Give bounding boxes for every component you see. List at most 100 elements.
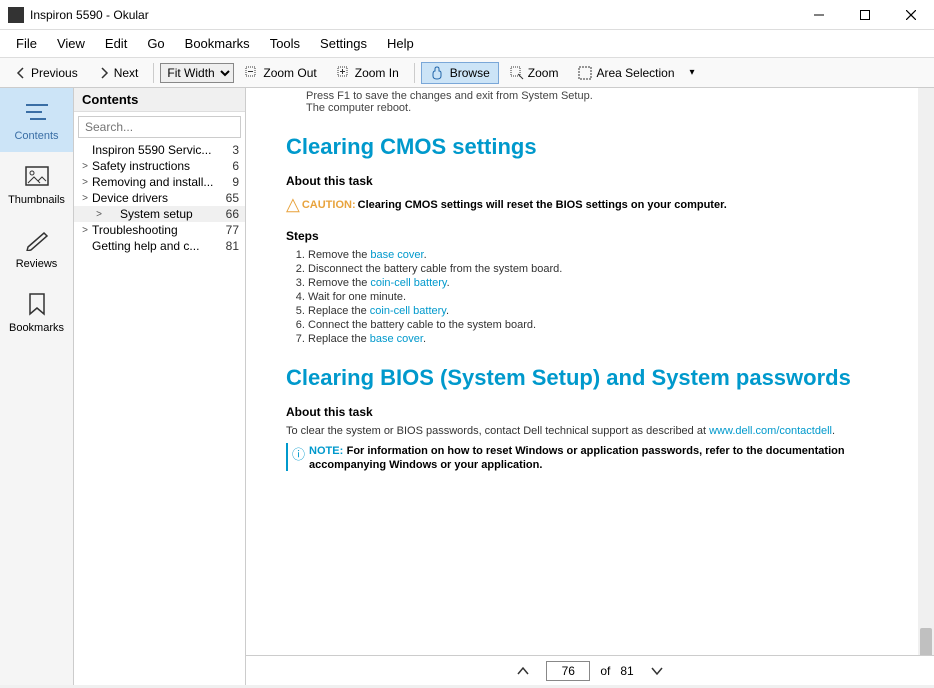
minimize-button[interactable]	[796, 0, 842, 30]
toc-expand-icon[interactable]: >	[78, 177, 92, 188]
toc-item[interactable]: Getting help and c...81	[74, 238, 245, 254]
previous-button[interactable]: Previous	[6, 62, 87, 84]
toc-page: 77	[217, 223, 241, 237]
menu-bookmarks[interactable]: Bookmarks	[177, 32, 258, 55]
toc-page: 9	[217, 175, 241, 189]
menu-settings[interactable]: Settings	[312, 32, 375, 55]
toc-item[interactable]: >Troubleshooting77	[74, 222, 245, 238]
document-area: Press F1 to save the changes and exit fr…	[246, 88, 934, 685]
sidebar-tab-bookmarks[interactable]: Bookmarks	[0, 280, 73, 344]
contact-paragraph: To clear the system or BIOS passwords, c…	[286, 425, 894, 437]
heading-clearing-bios: Clearing BIOS (System Setup) and System …	[286, 365, 894, 391]
toc-label: System setup	[106, 207, 217, 221]
next-button[interactable]: Next	[89, 62, 148, 84]
menu-view[interactable]: View	[49, 32, 93, 55]
sidebar-tab-reviews[interactable]: Reviews	[0, 216, 73, 280]
sidebar-tab-contents-label: Contents	[14, 130, 58, 142]
next-label: Next	[114, 66, 139, 80]
toc-label: Inspiron 5590 Servic...	[92, 143, 217, 157]
steps-list: Remove the base cover. Disconnect the bat…	[286, 249, 894, 345]
pdf-page: Press F1 to save the changes and exit fr…	[246, 88, 934, 491]
toc-label: Safety instructions	[92, 159, 217, 173]
toc-expand-icon[interactable]: >	[78, 193, 92, 204]
page-navigation-bar: of 81	[246, 655, 934, 685]
toc-expand-icon[interactable]: >	[92, 209, 106, 220]
toc-expand-icon[interactable]: >	[78, 225, 92, 236]
menu-edit[interactable]: Edit	[97, 32, 135, 55]
browse-label: Browse	[450, 66, 490, 80]
contact-link[interactable]: www.dell.com/contactdell	[709, 425, 832, 437]
toc-page: 81	[217, 239, 241, 253]
info-icon: ⓘ	[292, 444, 305, 463]
toc-expand-icon[interactable]: >	[78, 161, 92, 172]
toc-item[interactable]: >System setup66	[74, 206, 245, 222]
area-selection-button[interactable]: Area Selection	[569, 62, 683, 84]
note-text: For information on how to reset Windows …	[309, 445, 845, 471]
sidebar-tab-thumbnails[interactable]: Thumbnails	[0, 152, 73, 216]
caution-label: CAUTION:	[302, 199, 356, 211]
step-item: Remove the coin-cell battery.	[308, 277, 894, 289]
thumbnails-icon	[23, 162, 51, 190]
toc-item[interactable]: >Safety instructions6	[74, 158, 245, 174]
menu-help[interactable]: Help	[379, 32, 422, 55]
window-title: Inspiron 5590 - Okular	[30, 8, 149, 22]
step-link[interactable]: base cover	[370, 249, 423, 261]
sidebar-tab-contents[interactable]: Contents	[0, 88, 73, 152]
contents-icon	[23, 98, 51, 126]
zoom-out-label: Zoom Out	[263, 66, 316, 80]
step-link[interactable]: coin-cell battery	[370, 305, 446, 317]
app-icon	[8, 7, 24, 23]
maximize-button[interactable]	[842, 0, 888, 30]
zoom-in-button[interactable]: Zoom In	[328, 62, 408, 84]
menu-bar: File View Edit Go Bookmarks Tools Settin…	[0, 30, 934, 58]
dropdown-arrow-icon[interactable]: ▾	[690, 67, 695, 78]
document-viewport[interactable]: Press F1 to save the changes and exit fr…	[246, 88, 934, 655]
note-label: NOTE:	[309, 445, 343, 457]
contents-panel: Contents Inspiron 5590 Servic...3>Safety…	[74, 88, 246, 685]
caution-icon: △	[286, 194, 300, 215]
chevron-right-icon	[98, 67, 110, 79]
step-item: Disconnect the battery cable from the sy…	[308, 263, 894, 275]
scrollbar-thumb[interactable]	[920, 628, 932, 655]
toc-page: 3	[217, 143, 241, 157]
toc-item[interactable]: >Device drivers65	[74, 190, 245, 206]
zoom-in-icon	[337, 66, 351, 80]
about-task-label: About this task	[286, 174, 894, 188]
step-link[interactable]: coin-cell battery	[370, 277, 446, 289]
toc-item[interactable]: Inspiron 5590 Servic...3	[74, 142, 245, 158]
page-down-button[interactable]	[644, 664, 670, 678]
para-post: .	[832, 425, 835, 437]
search-input[interactable]	[78, 116, 241, 138]
about-task-label-2: About this task	[286, 405, 894, 419]
reviews-icon	[23, 226, 51, 254]
step-item: Replace the coin-cell battery.	[308, 305, 894, 317]
vertical-scrollbar[interactable]	[918, 88, 934, 655]
para-pre: To clear the system or BIOS passwords, c…	[286, 425, 709, 437]
sidebar-tabs: Contents Thumbnails Reviews Bookmarks	[0, 88, 74, 685]
step-item: Remove the base cover.	[308, 249, 894, 261]
zoom-label: Zoom	[528, 66, 559, 80]
caution-text: Clearing CMOS settings will reset the BI…	[358, 199, 727, 211]
toolbar: Previous Next Fit Width Zoom Out Zoom In…	[0, 58, 934, 88]
menu-tools[interactable]: Tools	[262, 32, 308, 55]
zoom-out-icon	[245, 66, 259, 80]
page-of-label: of	[600, 664, 610, 678]
title-bar: Inspiron 5590 - Okular	[0, 0, 934, 30]
zoom-out-button[interactable]: Zoom Out	[236, 62, 325, 84]
toc-item[interactable]: >Removing and install...9	[74, 174, 245, 190]
bookmarks-icon	[23, 290, 51, 318]
page-number-input[interactable]	[546, 661, 590, 681]
hand-icon	[430, 66, 446, 80]
menu-file[interactable]: File	[8, 32, 45, 55]
toc-page: 66	[217, 207, 241, 221]
toc-page: 65	[217, 191, 241, 205]
close-button[interactable]	[888, 0, 934, 30]
zoom-tool-button[interactable]: Zoom	[501, 62, 568, 84]
zoom-select[interactable]: Fit Width	[160, 63, 234, 83]
browse-button[interactable]: Browse	[421, 62, 499, 84]
page-up-button[interactable]	[510, 664, 536, 678]
step-link[interactable]: base cover	[370, 333, 423, 345]
sidebar-tab-reviews-label: Reviews	[16, 258, 58, 270]
menu-go[interactable]: Go	[139, 32, 172, 55]
zoom-in-label: Zoom In	[355, 66, 399, 80]
